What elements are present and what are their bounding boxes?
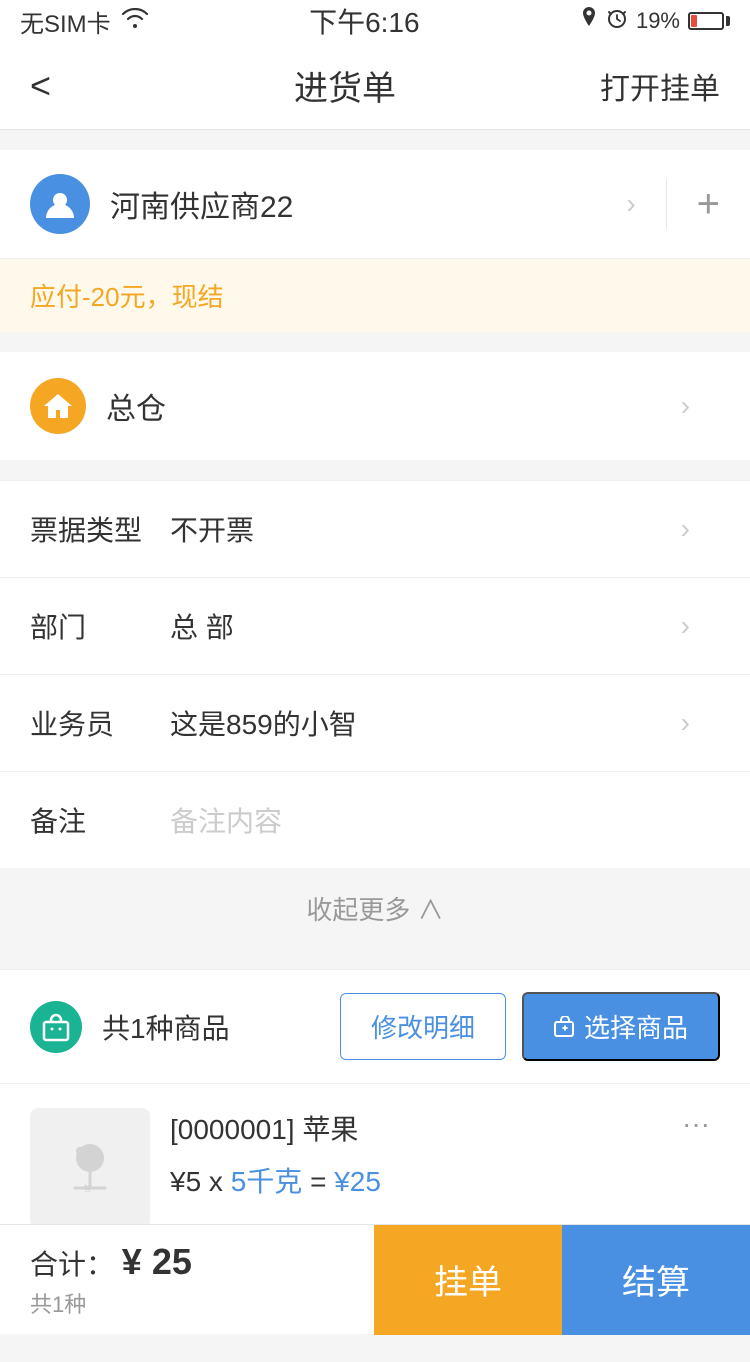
department-value: 总 部 — [170, 606, 681, 646]
warehouse-section: 总仓 › — [0, 352, 750, 460]
supplier-chevron-icon: › — [626, 188, 635, 220]
battery-icon — [688, 12, 730, 30]
product-header: 共1种商品 修改明细 选择商品 — [0, 969, 750, 1083]
unit-price: ¥5 — [170, 1166, 201, 1197]
section-gap-1 — [0, 130, 750, 150]
remark-label: 备注 — [30, 800, 170, 840]
select-product-button[interactable]: 选择商品 — [522, 992, 720, 1061]
status-bar: 无SIM卡 下午6:16 19% — [0, 0, 750, 42]
department-chevron-icon: › — [681, 610, 690, 642]
supplier-section: 河南供应商22 › + 应付-20元，现结 — [0, 150, 750, 332]
open-hang-button[interactable]: 打开挂单 — [600, 64, 720, 108]
remark-row[interactable]: 备注 备注内容 — [0, 771, 750, 868]
cart-icon — [554, 1016, 576, 1038]
bill-type-value: 不开票 — [170, 509, 681, 549]
section-gap-2 — [0, 332, 750, 352]
settle-button[interactable]: 结算 — [562, 1225, 750, 1335]
hang-order-button[interactable]: 挂单 — [374, 1225, 562, 1335]
alarm-icon — [606, 7, 628, 35]
shopping-bag-icon — [41, 1012, 71, 1042]
remark-input[interactable]: 备注内容 — [170, 800, 720, 840]
modify-detail-button[interactable]: 修改明细 — [340, 993, 506, 1060]
product-section: 共1种商品 修改明细 选择商品 智+ [0000001] 苹果 ¥5 x — [0, 969, 750, 1252]
supplier-name: 河南供应商22 — [110, 182, 626, 226]
product-name: [0000001] 苹果 — [170, 1108, 652, 1148]
department-label: 部门 — [30, 606, 170, 646]
location-icon — [580, 7, 598, 35]
section-gap-3 — [0, 460, 750, 480]
sales-rep-chevron-icon: › — [681, 707, 690, 739]
supplier-row[interactable]: 河南供应商22 › + — [0, 150, 750, 259]
product-price: ¥5 x 5千克 = ¥25 — [170, 1160, 652, 1200]
sales-rep-label: 业务员 — [30, 703, 170, 743]
person-icon — [42, 186, 78, 222]
carrier-text: 无SIM卡 — [20, 4, 111, 39]
status-left: 无SIM卡 — [20, 4, 149, 39]
quantity: 5千克 — [231, 1166, 303, 1197]
page-title: 进货单 — [294, 61, 396, 110]
bill-type-row[interactable]: 票据类型 不开票 › — [0, 480, 750, 577]
product-thumbnail: 智+ — [30, 1108, 150, 1228]
total-label: 合计： — [30, 1249, 114, 1280]
product-default-icon: 智+ — [55, 1133, 125, 1203]
section-gap-4 — [0, 949, 750, 969]
warehouse-icon — [30, 378, 86, 434]
department-row[interactable]: 部门 总 部 › — [0, 577, 750, 674]
total-amount: ¥ 25 — [122, 1241, 192, 1282]
line-total: ¥25 — [334, 1166, 381, 1197]
house-icon — [42, 390, 74, 422]
sales-rep-row[interactable]: 业务员 这是859的小智 › — [0, 674, 750, 771]
bill-type-label: 票据类型 — [30, 509, 170, 549]
total-section: 合计： ¥ 25 共1种 — [0, 1241, 374, 1319]
product-count-text: 共1种商品 — [102, 1007, 340, 1047]
battery-percent: 19% — [636, 8, 680, 34]
supplier-avatar — [30, 174, 90, 234]
notice-bar: 应付-20元，现结 — [0, 259, 750, 332]
total-count: 共1种 — [30, 1287, 344, 1319]
wifi-icon — [121, 8, 149, 34]
total-row: 合计： ¥ 25 — [30, 1241, 344, 1283]
nav-bar: < 进货单 打开挂单 — [0, 42, 750, 130]
bill-type-chevron-icon: › — [681, 513, 690, 545]
divider — [666, 179, 667, 229]
add-supplier-button[interactable]: + — [697, 182, 720, 227]
select-product-label: 选择商品 — [584, 1008, 688, 1045]
collapse-button[interactable]: 收起更多 ∧ — [0, 868, 750, 949]
form-section: 票据类型 不开票 › 部门 总 部 › 业务员 这是859的小智 › 备注 备注… — [0, 480, 750, 868]
product-cart-icon — [30, 1001, 82, 1053]
bottom-bar: 合计： ¥ 25 共1种 挂单 结算 — [0, 1224, 750, 1334]
product-more-button[interactable]: ··· — [672, 1108, 720, 1228]
back-button[interactable]: < — [30, 65, 90, 107]
sales-rep-value: 这是859的小智 — [170, 703, 681, 743]
warehouse-row[interactable]: 总仓 › — [0, 352, 750, 460]
status-right: 19% — [580, 7, 730, 35]
warehouse-name: 总仓 — [106, 384, 681, 428]
svg-text:智+: 智+ — [84, 1183, 97, 1193]
status-time: 下午6:16 — [309, 1, 420, 41]
product-info: [0000001] 苹果 ¥5 x 5千克 = ¥25 — [170, 1108, 652, 1228]
warehouse-chevron-icon: › — [681, 390, 690, 422]
